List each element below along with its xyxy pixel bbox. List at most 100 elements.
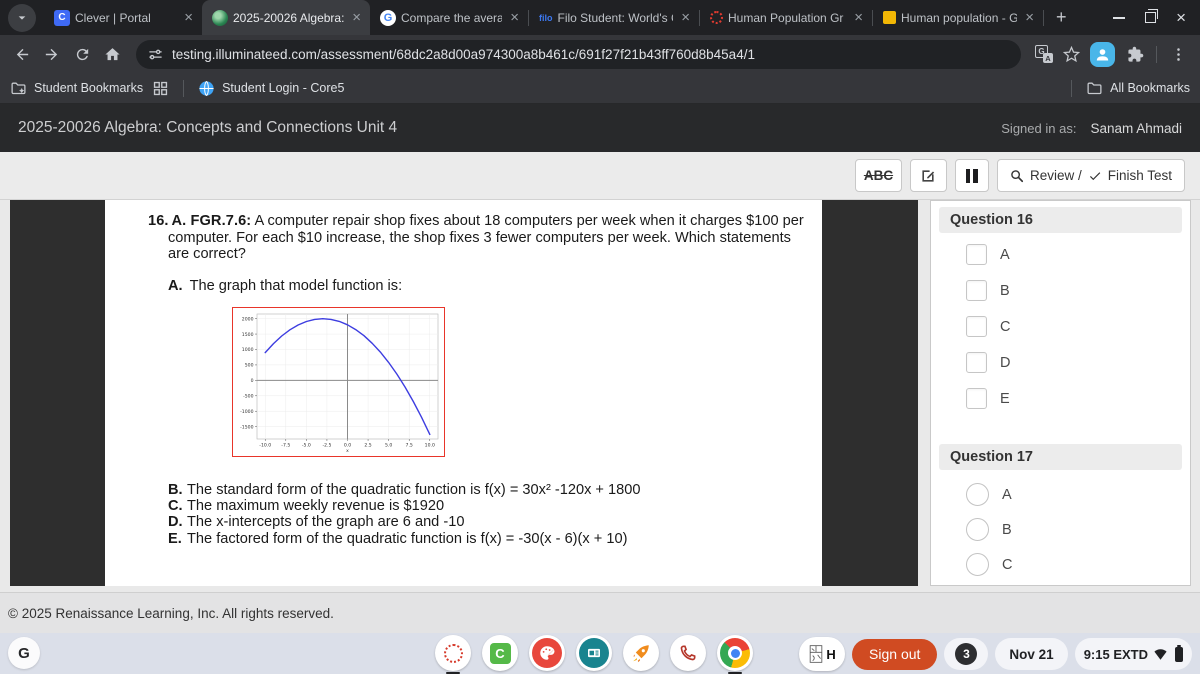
all-bookmarks-button[interactable]: All Bookmarks bbox=[1086, 80, 1190, 97]
tab-close-icon[interactable]: × bbox=[851, 10, 866, 25]
date-pill[interactable]: Nov 21 bbox=[995, 638, 1068, 670]
browser-menu-icon[interactable] bbox=[1164, 40, 1192, 68]
site-settings-icon[interactable] bbox=[148, 47, 163, 62]
checkbox-e[interactable] bbox=[966, 388, 987, 409]
back-button[interactable] bbox=[8, 40, 36, 68]
annotate-button[interactable] bbox=[909, 159, 947, 192]
statement-d: D. The x-intercepts of the graph are 6 an… bbox=[168, 514, 792, 530]
all-bookmarks-label: All Bookmarks bbox=[1110, 81, 1190, 95]
clock-text: 9:15 EXTD bbox=[1083, 646, 1148, 662]
svg-text:-1500: -1500 bbox=[240, 424, 253, 430]
statement-text: The graph that model function is: bbox=[189, 277, 403, 294]
shelf-app-icons: C bbox=[435, 635, 753, 671]
sketch-app-icon[interactable]: H bbox=[799, 637, 846, 671]
tab-search-button[interactable] bbox=[8, 3, 36, 32]
bookmarks-bar: Student Bookmarks Student Login - Core5 … bbox=[0, 73, 1200, 104]
rocket-app-icon[interactable] bbox=[623, 635, 659, 671]
statement-label: B. bbox=[168, 481, 183, 498]
spellcheck-off-button[interactable]: ABC bbox=[854, 159, 902, 192]
sign-out-button[interactable]: Sign out bbox=[852, 638, 938, 670]
search-icon bbox=[1011, 169, 1024, 182]
question-panel: 16. A. FGR.7.6: A computer repair shop f… bbox=[105, 200, 822, 586]
statement-label: D. bbox=[168, 514, 183, 531]
finish-label: Finish Test bbox=[1107, 168, 1172, 183]
signed-in-info: Signed in as: Sanam Ahmadi bbox=[1001, 121, 1182, 136]
tab-title: Human Population Gr bbox=[728, 10, 844, 25]
url-text: testing.illuminateed.com/assessment/68dc… bbox=[172, 46, 755, 62]
tab-close-icon[interactable]: × bbox=[181, 10, 196, 25]
drawing-icon bbox=[810, 645, 823, 663]
checkbox-b[interactable] bbox=[966, 280, 987, 301]
tab-close-icon[interactable]: × bbox=[1022, 10, 1037, 25]
minimize-icon[interactable] bbox=[1113, 16, 1126, 19]
home-button[interactable] bbox=[98, 40, 126, 68]
pause-button[interactable] bbox=[954, 159, 989, 192]
illuminate-favicon bbox=[212, 9, 228, 26]
clever-app-icon[interactable]: C bbox=[482, 635, 518, 671]
id-card-app-icon[interactable] bbox=[576, 635, 612, 671]
tab-clever-portal[interactable]: C Clever | Portal × bbox=[44, 0, 202, 35]
question-text: 16. A. FGR.7.6: A computer repair shop f… bbox=[148, 213, 816, 263]
profile-avatar[interactable] bbox=[1090, 41, 1115, 67]
canvas-app-icon[interactable] bbox=[435, 635, 471, 671]
translate-icon[interactable]: GA bbox=[1035, 45, 1053, 63]
question-prompt: A computer repair shop fixes about 18 co… bbox=[168, 213, 804, 262]
forward-button[interactable] bbox=[38, 40, 66, 68]
filo-favicon: filo bbox=[539, 12, 553, 23]
tab-title: Filo Student: World's C bbox=[557, 10, 674, 25]
q16-option-c: C bbox=[966, 315, 1190, 338]
status-tray[interactable]: 9:15 EXTD bbox=[1074, 638, 1192, 670]
pause-icon bbox=[965, 168, 971, 183]
review-finish-test-button[interactable]: Review / Finish Test bbox=[996, 159, 1185, 192]
restore-icon[interactable] bbox=[1145, 8, 1159, 23]
reload-button[interactable] bbox=[68, 40, 96, 68]
svg-text:7.5: 7.5 bbox=[406, 442, 413, 448]
tab-title: Clever | Portal bbox=[75, 10, 151, 25]
chrome-app-icon[interactable] bbox=[717, 635, 753, 671]
tab-title: Compare the average bbox=[401, 10, 503, 25]
checkbox-c[interactable] bbox=[966, 316, 987, 337]
question-graph: -10.0 -7.5 -5.0 -2.5 0.0 2.5 5.0 7.5 10.0 -1500 -1… bbox=[232, 306, 445, 457]
q17-option-c: C bbox=[966, 553, 1190, 576]
new-tab-button[interactable]: + bbox=[1056, 7, 1067, 28]
radio-c[interactable] bbox=[966, 553, 989, 576]
content-right-gutter bbox=[822, 200, 918, 586]
shelf-status-area: H Sign out 3 Nov 21 9:15 EXTD bbox=[799, 637, 1192, 671]
wifi-icon bbox=[1154, 648, 1167, 660]
launcher-button[interactable]: G bbox=[8, 637, 40, 669]
extensions-icon[interactable] bbox=[1121, 40, 1149, 68]
checkbox-d[interactable] bbox=[966, 352, 987, 373]
tab-close-icon[interactable]: × bbox=[349, 10, 364, 25]
q16-option-d: D bbox=[966, 351, 1190, 374]
notification-pill[interactable]: 3 bbox=[944, 638, 989, 670]
tab-filo-student[interactable]: filo Filo Student: World's C × bbox=[529, 0, 699, 35]
checkbox-a[interactable] bbox=[966, 244, 987, 265]
rocket-icon bbox=[633, 645, 649, 663]
card-icon bbox=[588, 648, 600, 658]
svg-text:-1000: -1000 bbox=[240, 408, 253, 414]
bookmark-student-bookmarks[interactable]: Student Bookmarks bbox=[10, 80, 143, 97]
bookmark-student-login[interactable]: Student Login - Core5 bbox=[198, 80, 344, 97]
tab-compare-average[interactable]: G Compare the average × bbox=[370, 0, 528, 35]
tab-close-icon[interactable]: × bbox=[507, 10, 522, 25]
tab-human-population-graph[interactable]: Human Population Gr × bbox=[700, 0, 872, 35]
apps-grid-icon[interactable] bbox=[152, 80, 169, 97]
page-title: 2025-20026 Algebra: Concepts and Connect… bbox=[18, 119, 398, 136]
svg-text:1000: 1000 bbox=[242, 347, 254, 353]
window-close-icon[interactable]: × bbox=[1176, 9, 1186, 26]
managed-folder-icon bbox=[11, 82, 26, 94]
tab-human-population-doc[interactable]: Human population - G × bbox=[873, 0, 1043, 35]
tab-algebra-active[interactable]: 2025-20026 Algebra: C × bbox=[202, 0, 370, 35]
tab-close-icon[interactable]: × bbox=[678, 10, 693, 25]
radio-a[interactable] bbox=[966, 483, 989, 506]
answer-sidebar: Question 16 A B C D E Question 17 A B C bbox=[930, 200, 1191, 586]
address-bar[interactable]: testing.illuminateed.com/assessment/68dc… bbox=[136, 39, 1021, 69]
bookmark-star-icon[interactable] bbox=[1063, 45, 1080, 63]
svg-text:x: x bbox=[346, 449, 349, 454]
radio-b[interactable] bbox=[966, 518, 989, 541]
phone-app-icon[interactable] bbox=[670, 635, 706, 671]
art-app-icon[interactable] bbox=[529, 635, 565, 671]
notification-count-badge: 3 bbox=[955, 643, 978, 665]
q17-option-b: B bbox=[966, 518, 1190, 541]
question-17-header: Question 17 bbox=[939, 444, 1182, 470]
